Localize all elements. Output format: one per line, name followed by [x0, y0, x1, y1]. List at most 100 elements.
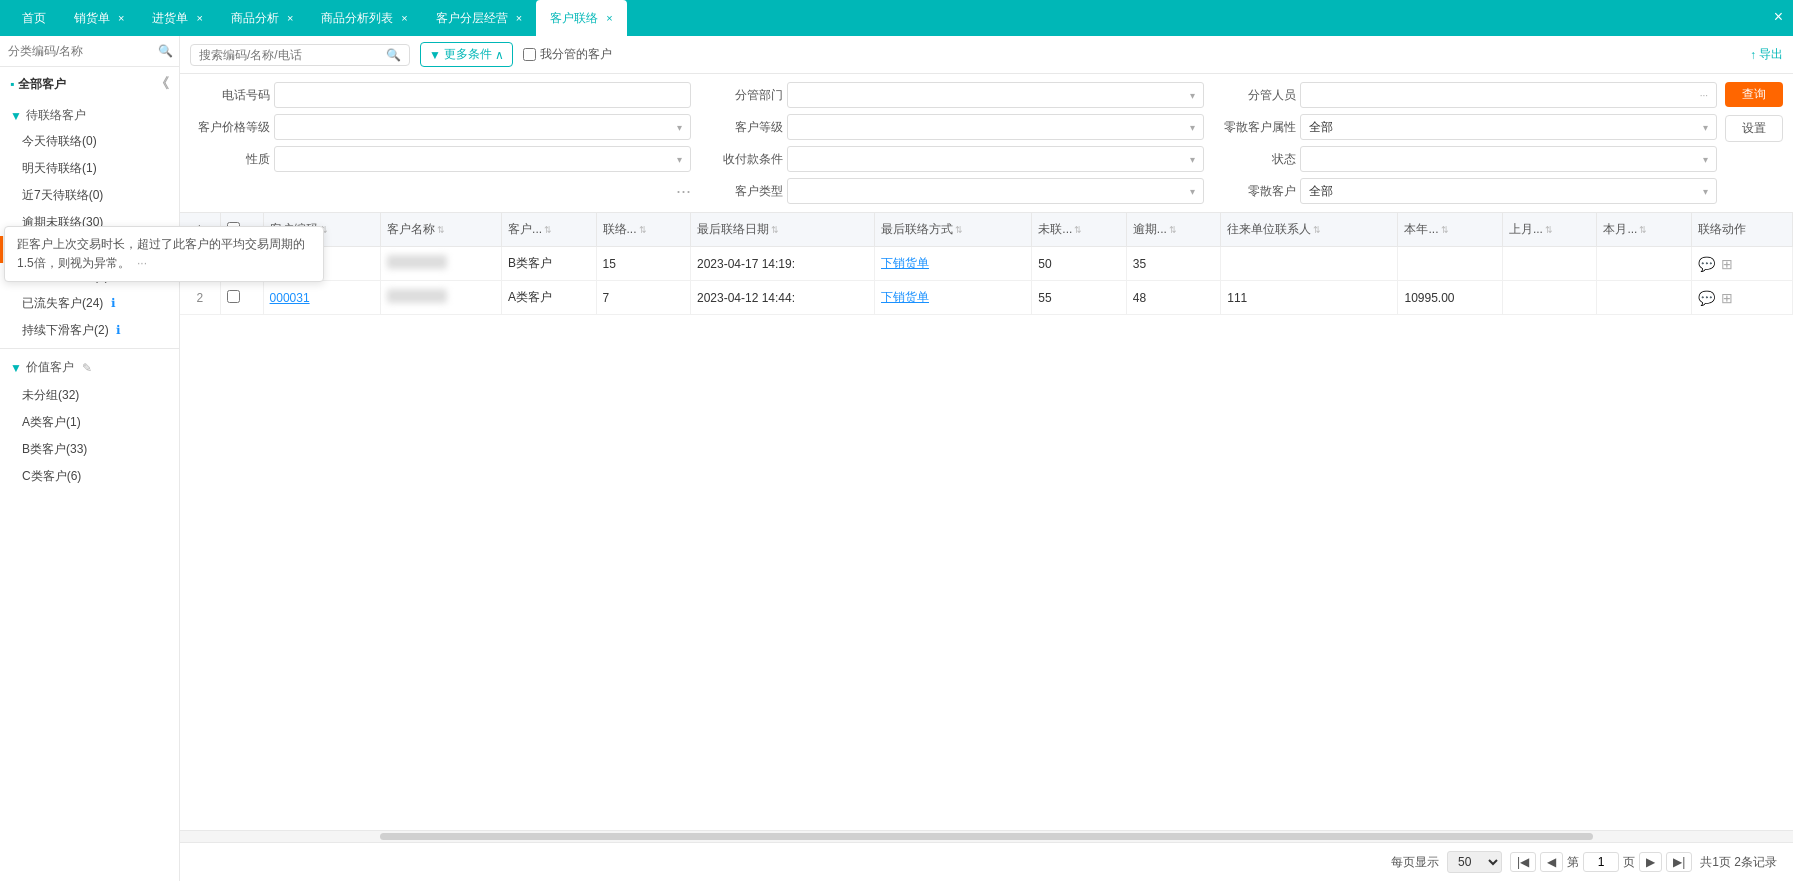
row2-chat-icon[interactable]: 💬: [1698, 290, 1715, 306]
filter-customer-type: 客户类型 ▾: [703, 178, 1204, 204]
row2-code[interactable]: 000031: [263, 281, 381, 315]
export-icon: ↑: [1750, 48, 1756, 62]
filter-payment: 收付款条件 ▾: [703, 146, 1204, 172]
row2-checkbox[interactable]: [220, 281, 263, 315]
sort-icon-uncontacted[interactable]: ⇅: [1074, 225, 1082, 235]
sidebar-group-value-customer[interactable]: ▼ 价值客户 ✎: [0, 353, 179, 382]
next-page-button[interactable]: ▶: [1639, 852, 1662, 872]
sidebar-item-class-a[interactable]: A类客户(1): [0, 409, 179, 436]
sidebar-collapse-icon: 《: [155, 75, 169, 93]
customer-type-select[interactable]: ▾: [787, 178, 1204, 204]
nav-sales-order[interactable]: 销货单 ×: [60, 0, 138, 36]
scatter-customer-select[interactable]: 全部 ▾: [1300, 178, 1717, 204]
nav-purchase-order[interactable]: 进货单 ×: [138, 0, 216, 36]
sort-icon-thismonth[interactable]: ⇅: [1639, 225, 1647, 235]
sort-icon-date[interactable]: ⇅: [771, 225, 779, 235]
sidebar-group-pending-contact[interactable]: ▼ 待联络客户: [0, 101, 179, 128]
sidebar-item-class-c[interactable]: C类客户(6): [0, 463, 179, 490]
row2-overdue: 48: [1126, 281, 1220, 315]
row2-more-icon[interactable]: ⊞: [1721, 290, 1733, 306]
sidebar-item-class-b[interactable]: B类客户(33): [0, 436, 179, 463]
nav-customer-tier[interactable]: 客户分层经营 ×: [422, 0, 536, 36]
sort-icon-person[interactable]: ⇅: [1313, 225, 1321, 235]
scrollbar-thumb[interactable]: [380, 833, 1593, 840]
triangle-down-icon: ▼: [10, 109, 22, 123]
close-customer-contact-icon[interactable]: ×: [606, 0, 612, 36]
close-purchase-order-icon[interactable]: ×: [196, 0, 202, 36]
sidebar: 🔍 ▪ 全部客户 《 ▼ 待联络客户 今天待联络(0) 明天待联络(1) 近7天…: [0, 36, 180, 881]
prev-page-button[interactable]: ◀: [1540, 852, 1563, 872]
more-conditions-button[interactable]: ▼ 更多条件 ∧: [420, 42, 513, 67]
row2-action: 💬 ⊞: [1691, 281, 1792, 315]
close-customer-tier-icon[interactable]: ×: [516, 0, 522, 36]
sort-icon-thisyear[interactable]: ⇅: [1441, 225, 1449, 235]
manager-select[interactable]: ···: [1300, 82, 1717, 108]
sort-icon-overdue[interactable]: ⇅: [1169, 225, 1177, 235]
close-window-icon[interactable]: ×: [1774, 8, 1783, 26]
more-options-icon[interactable]: ···: [676, 181, 691, 202]
sidebar-item-7days[interactable]: 近7天待联络(0): [0, 182, 179, 209]
edit-icon[interactable]: ✎: [82, 361, 92, 375]
top-navigation: 首页 销货单 × 进货单 × 商品分析 × 商品分析列表 × 客户分层经营 × …: [0, 0, 1793, 36]
row1-last-contact-method[interactable]: 下销货单: [875, 247, 1032, 281]
nav-customer-contact[interactable]: 客户联络 ×: [536, 0, 626, 36]
horizontal-scrollbar[interactable]: [180, 830, 1793, 842]
close-sales-order-icon[interactable]: ×: [118, 0, 124, 36]
row1-type: B类客户: [502, 247, 596, 281]
sort-icon-lastmonth[interactable]: ⇅: [1545, 225, 1553, 235]
price-level-select[interactable]: ▾: [274, 114, 691, 140]
data-table: ⚙ 客户编码⇅ 客户名称⇅ 客户...⇅ 联络...⇅ 最后联络日期⇅ 最后联络…: [180, 213, 1793, 315]
col-type: 客户...⇅: [502, 213, 596, 247]
query-button[interactable]: 查询: [1725, 82, 1783, 107]
page-size-select[interactable]: 50 100 200: [1447, 851, 1502, 873]
sort-icon-name[interactable]: ⇅: [437, 225, 445, 235]
row1-chat-icon[interactable]: 💬: [1698, 256, 1715, 272]
sort-icon-method[interactable]: ⇅: [955, 225, 963, 235]
sidebar-item-declining[interactable]: 持续下滑客户(2) ℹ: [0, 317, 179, 344]
my-customer-filter[interactable]: 我分管的客户: [523, 46, 612, 63]
export-button[interactable]: ↑ 导出: [1750, 46, 1783, 63]
close-product-analysis-icon[interactable]: ×: [287, 0, 293, 36]
sidebar-item-today[interactable]: 今天待联络(0): [0, 128, 179, 155]
chevron-up-icon: ∧: [495, 48, 504, 62]
dept-select[interactable]: ▾: [787, 82, 1204, 108]
sort-icon-type[interactable]: ⇅: [544, 225, 552, 235]
row1-more-icon[interactable]: ⊞: [1721, 256, 1733, 272]
sidebar-item-ungrouped[interactable]: 未分组(32): [0, 382, 179, 409]
nav-product-analysis[interactable]: 商品分析 ×: [217, 0, 307, 36]
my-customer-checkbox[interactable]: [523, 48, 536, 61]
row2-last-contact-method[interactable]: 下销货单: [875, 281, 1032, 315]
sidebar-search-box[interactable]: 🔍: [0, 36, 179, 67]
search-input[interactable]: [199, 48, 386, 62]
last-page-button[interactable]: ▶|: [1666, 852, 1692, 872]
row2-index: 2: [180, 281, 220, 315]
nature-select[interactable]: ▾: [274, 146, 691, 172]
page-input[interactable]: [1583, 852, 1619, 872]
row1-this-year: [1398, 247, 1502, 281]
nav-product-analysis-list[interactable]: 商品分析列表 ×: [307, 0, 421, 36]
filter-nature: 性质 ▾: [190, 146, 691, 172]
scatter-attr-select[interactable]: 全部 ▾: [1300, 114, 1717, 140]
col-contact-count: 联络...⇅: [596, 213, 690, 247]
col-last-contact-date: 最后联络日期⇅: [690, 213, 874, 247]
sort-icon-contact[interactable]: ⇅: [639, 225, 647, 235]
search-box[interactable]: 🔍: [190, 44, 410, 66]
row2-contact-count: 7: [596, 281, 690, 315]
customer-level-select[interactable]: ▾: [787, 114, 1204, 140]
sidebar-search-input[interactable]: [8, 44, 158, 58]
all-customers-icon: ▪: [10, 77, 14, 91]
filter-icon: ▼: [429, 48, 441, 62]
sidebar-all-customers[interactable]: ▪ 全部客户 《: [0, 67, 179, 101]
payment-select[interactable]: ▾: [787, 146, 1204, 172]
first-page-button[interactable]: |◀: [1510, 852, 1536, 872]
row1-contact-count: 15: [596, 247, 690, 281]
status-select[interactable]: ▾: [1300, 146, 1717, 172]
sidebar-item-tomorrow[interactable]: 明天待联络(1): [0, 155, 179, 182]
phone-input[interactable]: [274, 82, 691, 108]
filter-dept: 分管部门 ▾: [703, 82, 1204, 108]
settings-button[interactable]: 设置: [1725, 115, 1783, 142]
nav-home[interactable]: 首页: [8, 0, 60, 36]
sidebar-item-lost-customer[interactable]: 已流失客户(24) ℹ: [0, 290, 179, 317]
row2-select-checkbox[interactable]: [227, 290, 240, 303]
close-product-analysis-list-icon[interactable]: ×: [401, 0, 407, 36]
